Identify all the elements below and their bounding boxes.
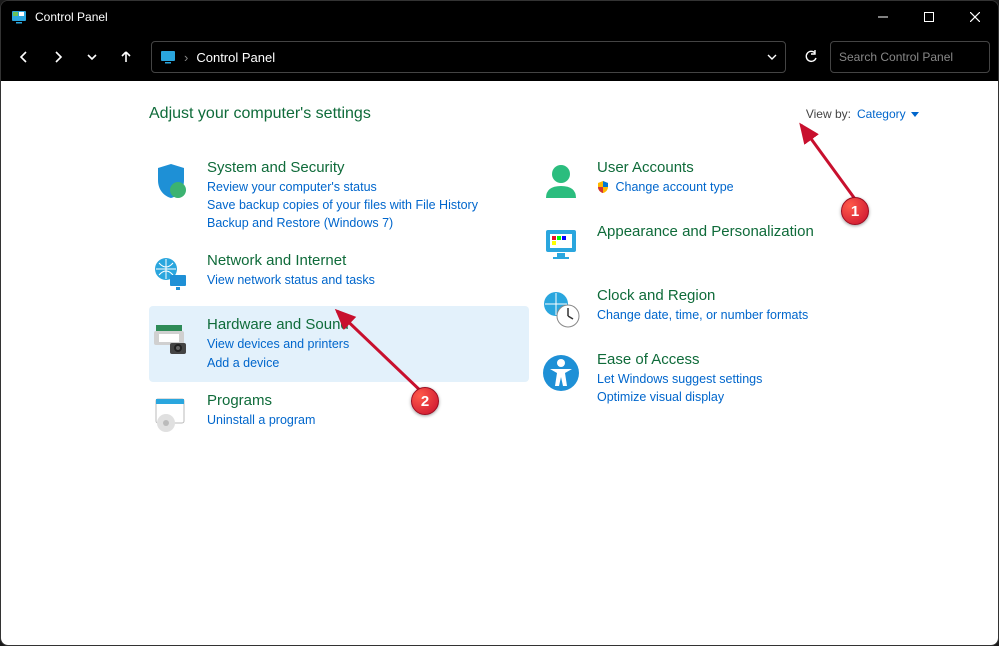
category-link[interactable]: Backup and Restore (Windows 7) — [207, 214, 521, 232]
maximize-button[interactable] — [906, 1, 952, 33]
chevron-down-icon — [911, 112, 919, 117]
view-by-control: View by: Category — [806, 107, 919, 121]
view-by-value: Category — [857, 107, 906, 121]
address-bar[interactable]: › Control Panel — [151, 41, 786, 73]
app-icon — [11, 9, 27, 25]
annotation-marker-2: 2 — [411, 387, 439, 415]
category-hardware-sound[interactable]: Hardware and Sound View devices and prin… — [149, 306, 529, 381]
address-separator-icon: › — [184, 50, 188, 65]
accessibility-icon — [539, 351, 583, 395]
uac-shield-icon — [597, 181, 609, 193]
minimize-button[interactable] — [860, 1, 906, 33]
category-columns: System and Security Review your computer… — [49, 149, 919, 446]
category-link[interactable]: Uninstall a program — [207, 411, 521, 429]
category-link[interactable]: View devices and printers — [207, 335, 521, 353]
category-programs[interactable]: Programs Uninstall a program — [149, 382, 529, 446]
view-by-label: View by: — [806, 107, 851, 121]
category-ease-of-access[interactable]: Ease of Access Let Windows suggest setti… — [539, 341, 919, 416]
category-link[interactable]: Add a device — [207, 354, 521, 372]
category-link-text: Change account type — [615, 180, 733, 194]
clock-globe-icon — [539, 287, 583, 331]
category-link[interactable]: Change account type — [597, 178, 911, 196]
category-network-internet[interactable]: Network and Internet View network status… — [149, 242, 529, 306]
category-title[interactable]: User Accounts — [597, 159, 911, 176]
category-title[interactable]: Appearance and Personalization — [597, 223, 911, 240]
category-link[interactable]: Optimize visual display — [597, 388, 911, 406]
navbar: › Control Panel — [1, 33, 998, 81]
forward-button[interactable] — [43, 42, 73, 72]
category-link[interactable]: Save backup copies of your files with Fi… — [207, 196, 521, 214]
annotation-marker-1: 1 — [841, 197, 869, 225]
marker-number: 2 — [421, 393, 429, 410]
marker-number: 1 — [851, 203, 859, 220]
category-link[interactable]: View network status and tasks — [207, 271, 521, 289]
category-system-security[interactable]: System and Security Review your computer… — [149, 149, 529, 242]
up-button[interactable] — [111, 42, 141, 72]
window-frame: Control Panel — [0, 0, 999, 646]
programs-icon — [149, 392, 193, 436]
window-title: Control Panel — [35, 10, 860, 24]
category-clock-region[interactable]: Clock and Region Change date, time, or n… — [539, 277, 919, 341]
search-box[interactable] — [830, 41, 990, 73]
address-icon — [160, 49, 176, 65]
address-path: Control Panel — [196, 50, 759, 65]
printer-camera-icon — [149, 316, 193, 360]
globe-monitor-icon — [149, 252, 193, 296]
category-title[interactable]: Network and Internet — [207, 252, 521, 269]
page-heading: Adjust your computer's settings — [149, 105, 371, 123]
view-by-dropdown[interactable]: Category — [857, 107, 919, 121]
user-icon — [539, 159, 583, 203]
address-dropdown-icon[interactable] — [767, 52, 777, 62]
search-input[interactable] — [839, 50, 994, 64]
category-link[interactable]: Change date, time, or number formats — [597, 306, 911, 324]
content-area: Adjust your computer's settings View by:… — [1, 81, 998, 645]
content-header: Adjust your computer's settings View by:… — [49, 105, 919, 123]
category-link[interactable]: Let Windows suggest settings — [597, 370, 911, 388]
back-button[interactable] — [9, 42, 39, 72]
category-title[interactable]: Hardware and Sound — [207, 316, 521, 333]
category-title[interactable]: Programs — [207, 392, 521, 409]
category-title[interactable]: Ease of Access — [597, 351, 911, 368]
refresh-button[interactable] — [796, 42, 826, 72]
category-title[interactable]: Clock and Region — [597, 287, 911, 304]
recent-locations-button[interactable] — [77, 42, 107, 72]
close-button[interactable] — [952, 1, 998, 33]
right-column: User Accounts Change account type — [539, 149, 919, 446]
category-link[interactable]: Review your computer's status — [207, 178, 521, 196]
shield-icon — [149, 159, 193, 203]
titlebar: Control Panel — [1, 1, 998, 33]
left-column: System and Security Review your computer… — [149, 149, 529, 446]
category-title[interactable]: System and Security — [207, 159, 521, 176]
monitor-colors-icon — [539, 223, 583, 267]
